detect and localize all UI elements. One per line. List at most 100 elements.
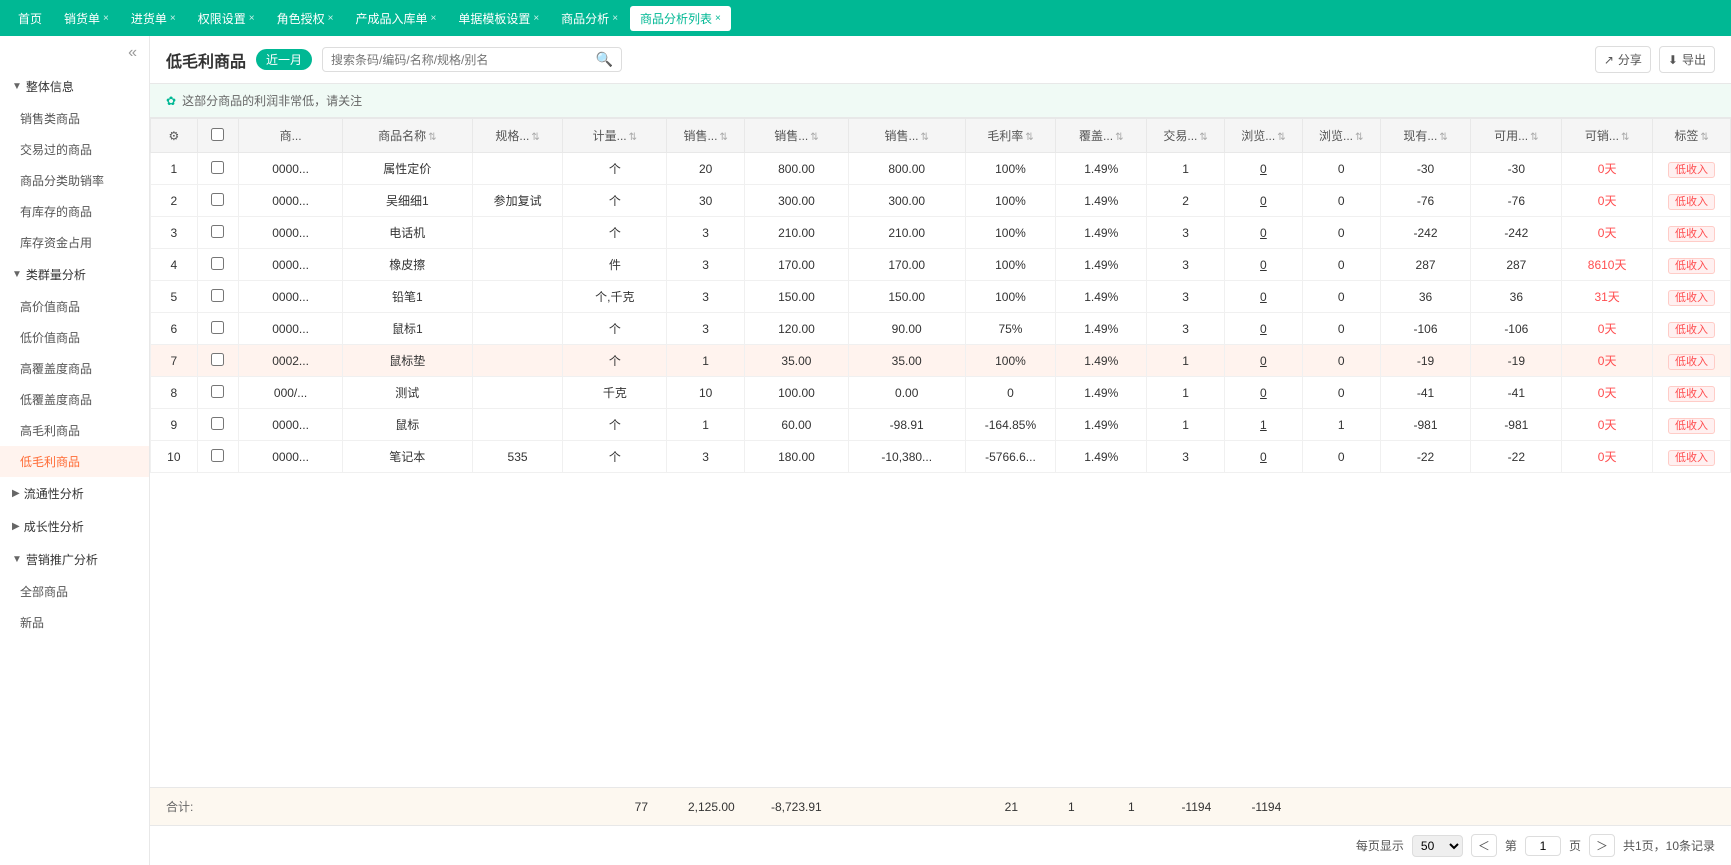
row-select-checkbox[interactable] xyxy=(211,161,224,174)
sidebar-item-高价值商品[interactable]: 高价值商品 xyxy=(0,291,149,322)
view-link[interactable]: 0 xyxy=(1260,226,1267,240)
sidebar-group-4[interactable]: ▼营销推广分析 xyxy=(0,543,149,576)
col-header-name[interactable]: 商品名称⇅ xyxy=(342,119,472,153)
next-page-btn[interactable]: ＞ xyxy=(1589,834,1615,857)
col-header-code[interactable]: 商... xyxy=(239,119,343,153)
row-checkbox[interactable] xyxy=(197,441,239,473)
sidebar-group-2[interactable]: ▶流通性分析 xyxy=(0,477,149,510)
export-button[interactable]: ⬇ 导出 xyxy=(1659,46,1715,73)
nav-item-产成品入库单[interactable]: 产成品入库单× xyxy=(345,6,446,31)
row-select-checkbox[interactable] xyxy=(211,417,224,430)
view-link[interactable]: 0 xyxy=(1260,386,1267,400)
sidebar-item-新品[interactable]: 新品 xyxy=(0,607,149,638)
nav-close-icon[interactable]: × xyxy=(328,13,334,24)
row-checkbox[interactable] xyxy=(197,409,239,441)
row-view1[interactable]: 0 xyxy=(1224,249,1302,281)
row-select-checkbox[interactable] xyxy=(211,449,224,462)
nav-item-商品分析列表[interactable]: 商品分析列表× xyxy=(630,6,731,31)
prev-page-btn[interactable]: ＜ xyxy=(1471,834,1497,857)
sidebar-item-交易过的商品[interactable]: 交易过的商品 xyxy=(0,134,149,165)
row-checkbox[interactable] xyxy=(197,281,239,313)
col-header-margin[interactable]: 毛利率⇅ xyxy=(965,119,1056,153)
col-header-saleQty[interactable]: 销售...⇅ xyxy=(667,119,745,153)
row-view1[interactable]: 0 xyxy=(1224,217,1302,249)
row-view1[interactable]: 0 xyxy=(1224,313,1302,345)
view-link[interactable]: 0 xyxy=(1260,290,1267,304)
sidebar-group-0[interactable]: ▼整体信息 xyxy=(0,70,149,103)
nav-close-icon[interactable]: × xyxy=(249,13,255,24)
row-checkbox[interactable] xyxy=(197,377,239,409)
row-select-checkbox[interactable] xyxy=(211,225,224,238)
row-select-checkbox[interactable] xyxy=(211,385,224,398)
nav-item-销货单[interactable]: 销货单× xyxy=(54,6,119,31)
col-header-unit[interactable]: 计量...⇅ xyxy=(563,119,667,153)
row-view1[interactable]: 0 xyxy=(1224,153,1302,185)
nav-item-单据模板设置[interactable]: 单据模板设置× xyxy=(448,6,549,31)
col-header-saleProfit[interactable]: 销售...⇅ xyxy=(848,119,965,153)
nav-item-进货单[interactable]: 进货单× xyxy=(121,6,186,31)
col-header-available[interactable]: 可用...⇅ xyxy=(1471,119,1562,153)
sidebar-item-有库存的商品[interactable]: 有库存的商品 xyxy=(0,196,149,227)
row-checkbox[interactable] xyxy=(197,217,239,249)
row-select-checkbox[interactable] xyxy=(211,289,224,302)
row-select-checkbox[interactable] xyxy=(211,353,224,366)
row-view1[interactable]: 0 xyxy=(1224,281,1302,313)
sidebar-item-全部商品[interactable]: 全部商品 xyxy=(0,576,149,607)
date-filter-btn[interactable]: 近一月 xyxy=(256,49,312,70)
nav-close-icon[interactable]: × xyxy=(103,13,109,24)
col-header-view2[interactable]: 浏览...⇅ xyxy=(1302,119,1380,153)
row-view1[interactable]: 0 xyxy=(1224,185,1302,217)
nav-close-icon[interactable]: × xyxy=(715,13,721,24)
nav-close-icon[interactable]: × xyxy=(533,13,539,24)
search-input[interactable] xyxy=(331,53,592,67)
sidebar-item-销售类商品[interactable]: 销售类商品 xyxy=(0,103,149,134)
view-link[interactable]: 0 xyxy=(1260,162,1267,176)
col-header-settings[interactable]: ⚙ xyxy=(151,119,198,153)
select-all-checkbox[interactable] xyxy=(211,128,224,141)
sidebar-item-商品分类助销率[interactable]: 商品分类助销率 xyxy=(0,165,149,196)
nav-item-首页[interactable]: 首页 xyxy=(8,6,52,31)
view-link[interactable]: 0 xyxy=(1260,450,1267,464)
sidebar-item-库存资金占用[interactable]: 库存资金占用 xyxy=(0,227,149,258)
row-select-checkbox[interactable] xyxy=(211,257,224,270)
page-input[interactable] xyxy=(1525,836,1561,856)
row-checkbox[interactable] xyxy=(197,185,239,217)
sidebar-group-1[interactable]: ▼类群量分析 xyxy=(0,258,149,291)
row-select-checkbox[interactable] xyxy=(211,321,224,334)
row-view1[interactable]: 1 xyxy=(1224,409,1302,441)
nav-close-icon[interactable]: × xyxy=(612,13,618,24)
sidebar-item-低价值商品[interactable]: 低价值商品 xyxy=(0,322,149,353)
nav-close-icon[interactable]: × xyxy=(170,13,176,24)
col-header-coverage[interactable]: 覆盖...⇅ xyxy=(1056,119,1147,153)
sidebar-item-高毛利商品[interactable]: 高毛利商品 xyxy=(0,415,149,446)
share-button[interactable]: ↗ 分享 xyxy=(1595,46,1651,73)
row-view1[interactable]: 0 xyxy=(1224,377,1302,409)
view-link[interactable]: 0 xyxy=(1260,194,1267,208)
row-checkbox[interactable] xyxy=(197,313,239,345)
view-link[interactable]: 0 xyxy=(1260,322,1267,336)
col-header-view1[interactable]: 浏览...⇅ xyxy=(1224,119,1302,153)
nav-item-角色授权[interactable]: 角色授权× xyxy=(267,6,344,31)
row-select-checkbox[interactable] xyxy=(211,193,224,206)
col-header-saleAmount[interactable]: 销售...⇅ xyxy=(745,119,849,153)
col-header-spec[interactable]: 规格...⇅ xyxy=(472,119,563,153)
sidebar-group-3[interactable]: ▶成长性分析 xyxy=(0,510,149,543)
row-checkbox[interactable] xyxy=(197,153,239,185)
col-header-transaction[interactable]: 交易...⇅ xyxy=(1147,119,1225,153)
sidebar-collapse-btn[interactable]: « xyxy=(0,36,149,70)
col-header-checkbox[interactable] xyxy=(197,119,239,153)
row-checkbox[interactable] xyxy=(197,345,239,377)
row-checkbox[interactable] xyxy=(197,249,239,281)
sidebar-item-高覆盖度商品[interactable]: 高覆盖度商品 xyxy=(0,353,149,384)
col-header-tag[interactable]: 标签⇅ xyxy=(1653,119,1731,153)
sidebar-item-低覆盖度商品[interactable]: 低覆盖度商品 xyxy=(0,384,149,415)
view-link[interactable]: 0 xyxy=(1260,258,1267,272)
page-size-select[interactable]: 50 100 xyxy=(1412,835,1463,857)
sidebar-item-低毛利商品[interactable]: 低毛利商品 xyxy=(0,446,149,477)
nav-item-商品分析[interactable]: 商品分析× xyxy=(551,6,628,31)
row-view1[interactable]: 0 xyxy=(1224,345,1302,377)
col-header-sellable[interactable]: 可销...⇅ xyxy=(1562,119,1653,153)
view-link[interactable]: 0 xyxy=(1260,354,1267,368)
nav-close-icon[interactable]: × xyxy=(430,13,436,24)
col-header-current[interactable]: 现有...⇅ xyxy=(1380,119,1471,153)
